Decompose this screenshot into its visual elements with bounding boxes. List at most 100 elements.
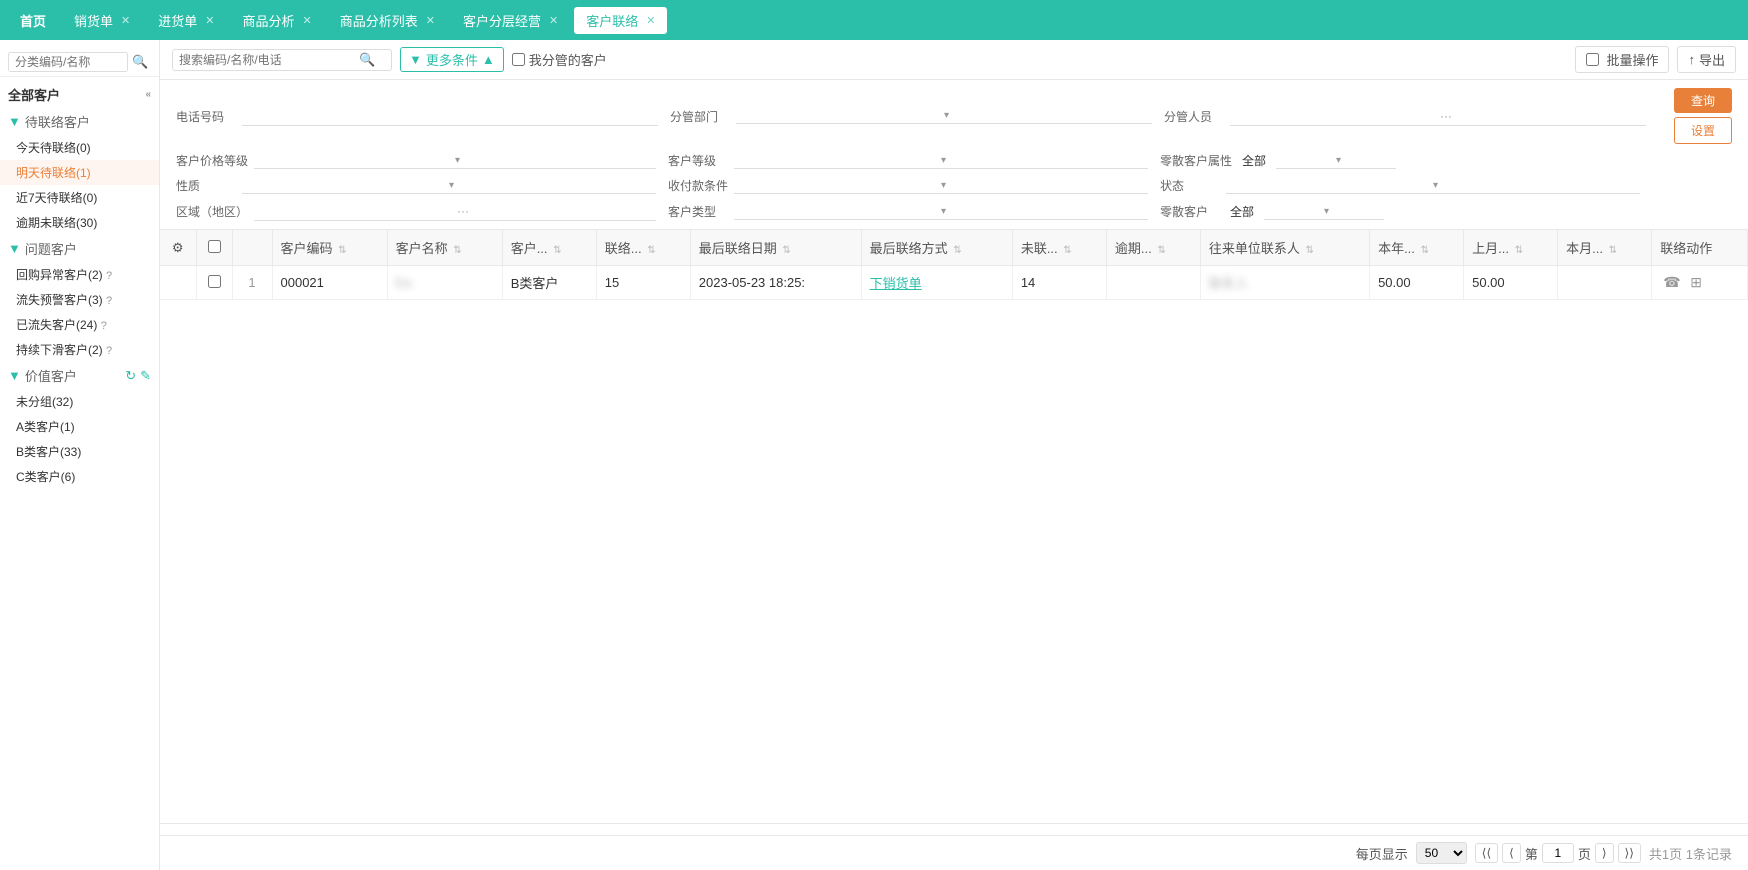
filter-status-select[interactable]: ▾ <box>1226 178 1640 194</box>
nav-sales-order-close[interactable]: ✕ <box>121 14 130 27</box>
filter-manager-select[interactable]: ··· <box>1230 107 1646 126</box>
th-overdue[interactable]: 逾期... ⇅ <box>1106 230 1200 266</box>
my-customers-checkbox-label[interactable]: 我分管的客户 <box>512 50 607 69</box>
filter-region-select[interactable]: ··· <box>254 202 656 221</box>
batch-op-btn[interactable]: 批量操作 <box>1575 46 1669 73</box>
td-row-last-method[interactable]: 下销货单 <box>861 266 1012 300</box>
sidebar-item-ungrouped[interactable]: 未分组(32) <box>0 389 159 414</box>
hscroll-area[interactable] <box>160 823 1748 835</box>
filter-status-label: 状态 <box>1160 177 1220 194</box>
page-first-btn[interactable]: ⟨⟨ <box>1475 843 1498 863</box>
pagination: ⟨⟨ ⟨ 第 页 ⟩ ⟩⟩ <box>1475 843 1641 863</box>
sidebar-all-customers[interactable]: 全部客户 « <box>0 81 159 108</box>
filter-row-3: 性质 ▾ 收付款条件 ▾ 状态 <box>176 177 1732 194</box>
my-customers-checkbox[interactable] <box>512 53 525 66</box>
nav-product-analysis[interactable]: 商品分析 ✕ <box>230 7 323 34</box>
sidebar-search-input[interactable] <box>8 52 128 72</box>
per-page-select[interactable]: 50 100 200 <box>1416 842 1467 864</box>
th-name[interactable]: 客户名称 ⇅ <box>387 230 502 266</box>
filter-phone-input[interactable] <box>242 107 658 126</box>
sidebar-item-overdue[interactable]: 逾期未联络(30) <box>0 210 159 235</box>
sidebar-item-tomorrow[interactable]: 明天待联络(1) <box>0 160 159 185</box>
nav-product-list[interactable]: 商品分析列表 ✕ <box>328 7 447 34</box>
nav-purchase-close[interactable]: ✕ <box>205 14 214 27</box>
filter-customer-type-select[interactable]: ▾ <box>734 204 1148 220</box>
sidebar-item-7days[interactable]: 近7天待联络(0) <box>0 185 159 210</box>
filter-actions: 查询 设置 <box>1674 88 1732 144</box>
filter-region: 区域（地区） ··· <box>176 202 656 221</box>
query-btn[interactable]: 查询 <box>1674 88 1732 113</box>
nav-product-list-close[interactable]: ✕ <box>426 14 435 27</box>
th-contact[interactable]: 联络... ⇅ <box>596 230 690 266</box>
triangle-down-icon3: ▼ <box>8 368 21 383</box>
refresh-icon[interactable]: ↻ <box>125 368 136 384</box>
sidebar-item-declining[interactable]: 持续下滑客户(2) ? <box>0 337 159 362</box>
th-checkbox[interactable] <box>196 230 232 266</box>
filter-nature-select[interactable]: ▾ <box>242 178 656 194</box>
sidebar-item-abnormal[interactable]: 回购异常客户(2) ? <box>0 262 159 287</box>
sort-type-icon: ⇅ <box>553 245 561 256</box>
th-last-month[interactable]: 上月... ⇅ <box>1464 230 1558 266</box>
filter-price-level-select[interactable]: ▾ <box>254 153 656 169</box>
top-nav: 首页 销货单 ✕ 进货单 ✕ 商品分析 ✕ 商品分析列表 ✕ 客户分层经营 ✕ … <box>0 0 1748 40</box>
filter-retail-attr-label: 零散客户属性 <box>1160 152 1232 169</box>
toolbar: 🔍 ▼ 更多条件 ▲ 我分管的客户 批量操作 ↑ 导出 <box>160 40 1748 80</box>
filter-customer-level-select[interactable]: ▾ <box>734 153 1148 169</box>
edit-icon[interactable]: ✎ <box>140 368 151 384</box>
nav-customer-contact[interactable]: 客户联络 ✕ <box>574 7 667 34</box>
export-btn[interactable]: ↑ 导出 <box>1677 46 1736 73</box>
th-company-contact[interactable]: 往来单位联系人 ⇅ <box>1200 230 1369 266</box>
sidebar-item-lost[interactable]: 已流失客户(24) ? <box>0 312 159 337</box>
page-num-input[interactable] <box>1542 843 1574 863</box>
last-method-link[interactable]: 下销货单 <box>870 276 922 291</box>
action-grid-icon[interactable]: ⊞ <box>1690 274 1702 290</box>
row-checkbox[interactable] <box>208 275 221 288</box>
filter-phone: 电话号码 <box>176 107 658 126</box>
th-this-year[interactable]: 本年... ⇅ <box>1370 230 1464 266</box>
manager-dots-icon[interactable]: ··· <box>1440 109 1642 123</box>
export-icon: ↑ <box>1688 52 1695 67</box>
td-row-checkbox[interactable] <box>196 266 232 300</box>
filter-payment-select[interactable]: ▾ <box>734 178 1148 194</box>
nav-purchase-order[interactable]: 进货单 ✕ <box>146 7 226 34</box>
page-prev-btn[interactable]: ⟨ <box>1502 843 1521 863</box>
nav-customer-segment[interactable]: 客户分层经营 ✕ <box>451 7 570 34</box>
nav-product-analysis-close[interactable]: ✕ <box>303 14 312 27</box>
main-search-wrap: 🔍 <box>172 49 392 71</box>
nav-customer-segment-close[interactable]: ✕ <box>549 14 558 27</box>
nav-sales-order[interactable]: 销货单 ✕ <box>62 7 142 34</box>
filter-row-4: 区域（地区） ··· 客户类型 ▾ 零散客户 全部 <box>176 202 1732 221</box>
sidebar-item-b-class[interactable]: B类客户(33) <box>0 439 159 464</box>
filter-retail-attr-select[interactable]: ▾ <box>1276 153 1396 169</box>
page-next-btn[interactable]: ⟩ <box>1595 843 1614 863</box>
more-filter-btn[interactable]: ▼ 更多条件 ▲ <box>400 47 504 72</box>
nav-customer-contact-close[interactable]: ✕ <box>646 14 655 27</box>
page-last-btn[interactable]: ⟩⟩ <box>1618 843 1641 863</box>
th-type[interactable]: 客户... ⇅ <box>502 230 596 266</box>
main-search-icon[interactable]: 🔍 <box>359 52 375 68</box>
main-search-input[interactable] <box>179 53 359 67</box>
batch-checkbox[interactable] <box>1586 53 1599 66</box>
th-last-date[interactable]: 最后联络日期 ⇅ <box>690 230 861 266</box>
sort-company-contact-icon: ⇅ <box>1306 245 1314 256</box>
filter-retail-customer-select[interactable]: ▾ <box>1264 204 1384 220</box>
sort-code-icon: ⇅ <box>338 245 346 256</box>
region-dots-icon[interactable]: ··· <box>457 204 652 218</box>
th-settings[interactable]: ⚙ <box>160 230 196 266</box>
action-phone-icon[interactable]: ☎ <box>1663 274 1680 290</box>
customer-type-arrow: ▾ <box>941 206 1144 217</box>
set-btn[interactable]: 设置 <box>1674 117 1732 144</box>
select-all-checkbox[interactable] <box>208 240 221 253</box>
sidebar-item-today[interactable]: 今天待联络(0) <box>0 135 159 160</box>
sidebar-item-a-class[interactable]: A类客户(1) <box>0 414 159 439</box>
sidebar-search-icon[interactable]: 🔍 <box>132 54 148 70</box>
sidebar-item-c-class[interactable]: C类客户(6) <box>0 464 159 489</box>
sidebar-item-warning[interactable]: 流失预警客户(3) ? <box>0 287 159 312</box>
filter-dept-select[interactable]: ▾ <box>736 108 1152 124</box>
th-unlinkd[interactable]: 未联... ⇅ <box>1012 230 1106 266</box>
th-this-month[interactable]: 本月... ⇅ <box>1558 230 1652 266</box>
nav-home[interactable]: 首页 <box>8 7 58 34</box>
th-code[interactable]: 客户编码 ⇅ <box>272 230 387 266</box>
td-row-action: ☎ ⊞ <box>1652 266 1748 300</box>
th-last-method[interactable]: 最后联络方式 ⇅ <box>861 230 1012 266</box>
